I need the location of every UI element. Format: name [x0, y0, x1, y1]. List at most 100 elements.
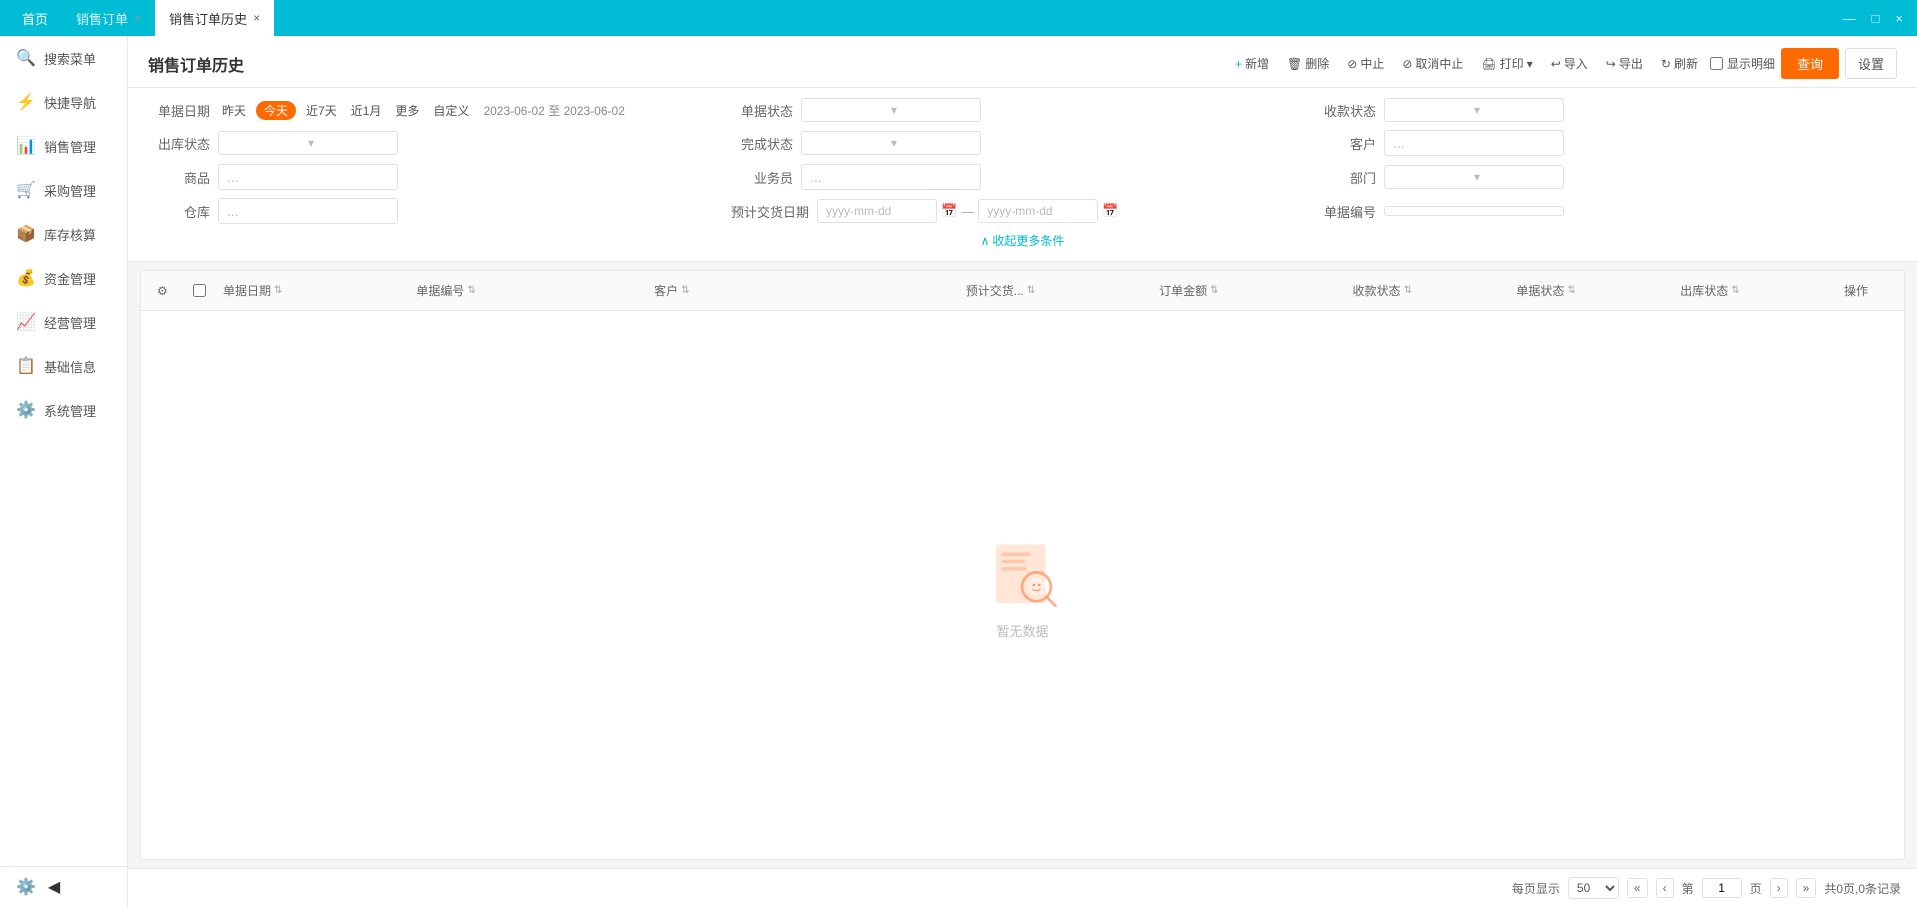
page-header: 销售订单历史 + 新增 🗑 删除 ⊘ 中止 ⊘ 取消中止 [128, 36, 1917, 88]
window-maximize-btn[interactable]: □ [1866, 9, 1886, 28]
import-button[interactable]: ↩ 导入 [1545, 51, 1594, 76]
salesman-input[interactable]: ... [801, 164, 981, 190]
stop-button[interactable]: ⊘ 中止 [1341, 51, 1390, 76]
sidebar-item-sales-mgmt[interactable]: 📊 销售管理 [0, 124, 127, 168]
filter-dept: 部门 ▾ [1314, 164, 1897, 190]
query-button[interactable]: 查询 [1781, 48, 1839, 79]
sidebar-item-basic-info[interactable]: 📋 基础信息 [0, 344, 127, 388]
sys-mgmt-icon: ⚙️ [16, 400, 36, 420]
close-tab-sales-order[interactable]: × [134, 11, 141, 25]
stop-icon: ⊘ [1347, 57, 1357, 71]
sidebar-item-quick-nav[interactable]: ⚡ 快捷导航 [0, 80, 127, 124]
sidebar-item-finance[interactable]: 💰 资金管理 [0, 256, 127, 300]
warehouse-input[interactable]: ... [218, 198, 398, 224]
filter-order-status-label: 单据状态 [731, 101, 801, 120]
tab-sales-history[interactable]: 销售订单历史 × [155, 0, 274, 36]
dept-select[interactable]: ▾ [1384, 165, 1564, 189]
empty-illustration [968, 531, 1078, 621]
th-customer[interactable]: 客户 ⇅ [646, 282, 958, 299]
close-tab-sales-history[interactable]: × [253, 11, 260, 25]
out-status-select[interactable]: ▾ [218, 131, 398, 155]
date-1month[interactable]: 近1月 [347, 101, 386, 120]
date-7days[interactable]: 近7天 [302, 101, 341, 120]
complete-status-select[interactable]: ▾ [801, 131, 981, 155]
sidebar-item-purchase-mgmt[interactable]: 🛒 采购管理 [0, 168, 127, 212]
delete-icon: 🗑 [1287, 57, 1302, 71]
purchase-mgmt-icon: 🛒 [16, 180, 36, 200]
page-size-select[interactable]: 50 20 100 [1568, 877, 1619, 899]
date-today[interactable]: 今天 [256, 101, 296, 120]
sidebar-item-operations[interactable]: 📈 经营管理 [0, 300, 127, 344]
show-details-checkbox-label: 显示明细 [1710, 55, 1775, 72]
th-amount[interactable]: 订单金额 ⇅ [1151, 282, 1344, 299]
th-num[interactable]: 单据编号 ⇅ [408, 282, 646, 299]
tab-sales-order[interactable]: 销售订单 × [62, 0, 155, 36]
sidebar-item-search-menu[interactable]: 🔍 搜索菜单 [0, 36, 127, 80]
complete-status-arrow-icon: ▾ [891, 136, 972, 150]
date-dash: — [961, 204, 974, 219]
sidebar-label-sys-mgmt: 系统管理 [44, 401, 96, 420]
collapse-sidebar-icon[interactable]: ◀ [48, 877, 60, 897]
filter-order-status: 单据状态 ▾ [731, 98, 1314, 122]
window-close-btn[interactable]: × [1889, 9, 1909, 28]
th-out[interactable]: 出库状态 ⇅ [1672, 282, 1836, 299]
filter-goods-label: 商品 [148, 168, 218, 187]
sidebar-label-operations: 经营管理 [44, 313, 96, 332]
delivery-date-from[interactable]: yyyy-mm-dd [817, 199, 937, 223]
filter-row-3: 商品 ... 业务员 ... 部门 ▾ [148, 164, 1897, 190]
th-settings[interactable]: ⚙ [149, 284, 185, 298]
next-page-btn[interactable]: › [1770, 878, 1788, 898]
customer-input[interactable]: ... [1384, 130, 1564, 156]
tab-home[interactable]: 首页 [8, 0, 62, 36]
delivery-date-to[interactable]: yyyy-mm-dd [978, 199, 1098, 223]
th-amount-sort-icon: ⇅ [1210, 285, 1218, 296]
th-payment[interactable]: 收款状态 ⇅ [1345, 282, 1509, 299]
sidebar-label-quick-nav: 快捷导航 [44, 93, 96, 112]
settings-button[interactable]: 设置 [1845, 48, 1897, 79]
delivery-date-group: yyyy-mm-dd 📅 — yyyy-mm-dd 📅 [817, 199, 1118, 223]
cancel-stop-button[interactable]: ⊘ 取消中止 [1396, 51, 1469, 76]
show-details-checkbox[interactable] [1710, 57, 1723, 70]
print-button[interactable]: 🖨 打印 ▾ [1475, 51, 1538, 76]
th-checkbox[interactable] [185, 284, 215, 297]
th-action: 操作 [1836, 282, 1896, 299]
export-button[interactable]: ↪ 导出 [1600, 51, 1649, 76]
select-all-checkbox[interactable] [193, 284, 206, 297]
next-page-icon: › [1777, 881, 1781, 895]
last-page-btn[interactable]: » [1796, 878, 1817, 898]
content-area: 销售订单历史 + 新增 🗑 删除 ⊘ 中止 ⊘ 取消中止 [128, 36, 1917, 907]
inventory-icon: 📦 [16, 224, 36, 244]
main-layout: 🔍 搜索菜单 ⚡ 快捷导航 📊 销售管理 🛒 采购管理 📦 库存核算 💰 资金管… [0, 36, 1917, 907]
sidebar-label-inventory: 库存核算 [44, 225, 96, 244]
first-page-icon: « [1634, 881, 1641, 895]
prev-page-btn[interactable]: ‹ [1656, 878, 1674, 898]
out-status-arrow-icon: ▾ [308, 136, 389, 150]
collapse-bar[interactable]: ∧ 收起更多条件 [148, 228, 1897, 251]
search-menu-icon: 🔍 [16, 48, 36, 68]
filter-salesman-label: 业务员 [731, 168, 801, 187]
order-status-select[interactable]: ▾ [801, 98, 981, 122]
export-icon: ↪ [1606, 57, 1616, 71]
payment-status-select[interactable]: ▾ [1384, 98, 1564, 122]
cancel-stop-icon: ⊘ [1402, 57, 1412, 71]
th-num-sort-icon: ⇅ [467, 285, 475, 296]
th-date[interactable]: 单据日期 ⇅ [215, 282, 408, 299]
th-delivery[interactable]: 预计交货... ⇅ [958, 282, 1151, 299]
window-minimize-btn[interactable]: — [1837, 9, 1862, 28]
sidebar-item-inventory[interactable]: 📦 库存核算 [0, 212, 127, 256]
sidebar-item-sys-mgmt[interactable]: ⚙️ 系统管理 [0, 388, 127, 432]
date-custom[interactable]: 自定义 [429, 101, 473, 120]
current-page-input[interactable] [1702, 878, 1742, 898]
date-yesterday[interactable]: 昨天 [218, 101, 250, 120]
goods-input[interactable]: ... [218, 164, 398, 190]
refresh-button[interactable]: ↻ 刷新 [1655, 51, 1704, 76]
filter-payment-status: 收款状态 ▾ [1314, 98, 1897, 122]
settings-bottom-icon[interactable]: ⚙️ [16, 877, 36, 897]
delete-button[interactable]: 🗑 删除 [1281, 51, 1335, 76]
first-page-btn[interactable]: « [1627, 878, 1648, 898]
filter-delivery-date-label: 预计交货日期 [731, 202, 817, 221]
th-status[interactable]: 单据状态 ⇅ [1508, 282, 1672, 299]
add-button[interactable]: + 新增 [1229, 51, 1275, 76]
date-more[interactable]: 更多 [391, 101, 423, 120]
order-num-input[interactable] [1384, 206, 1564, 216]
